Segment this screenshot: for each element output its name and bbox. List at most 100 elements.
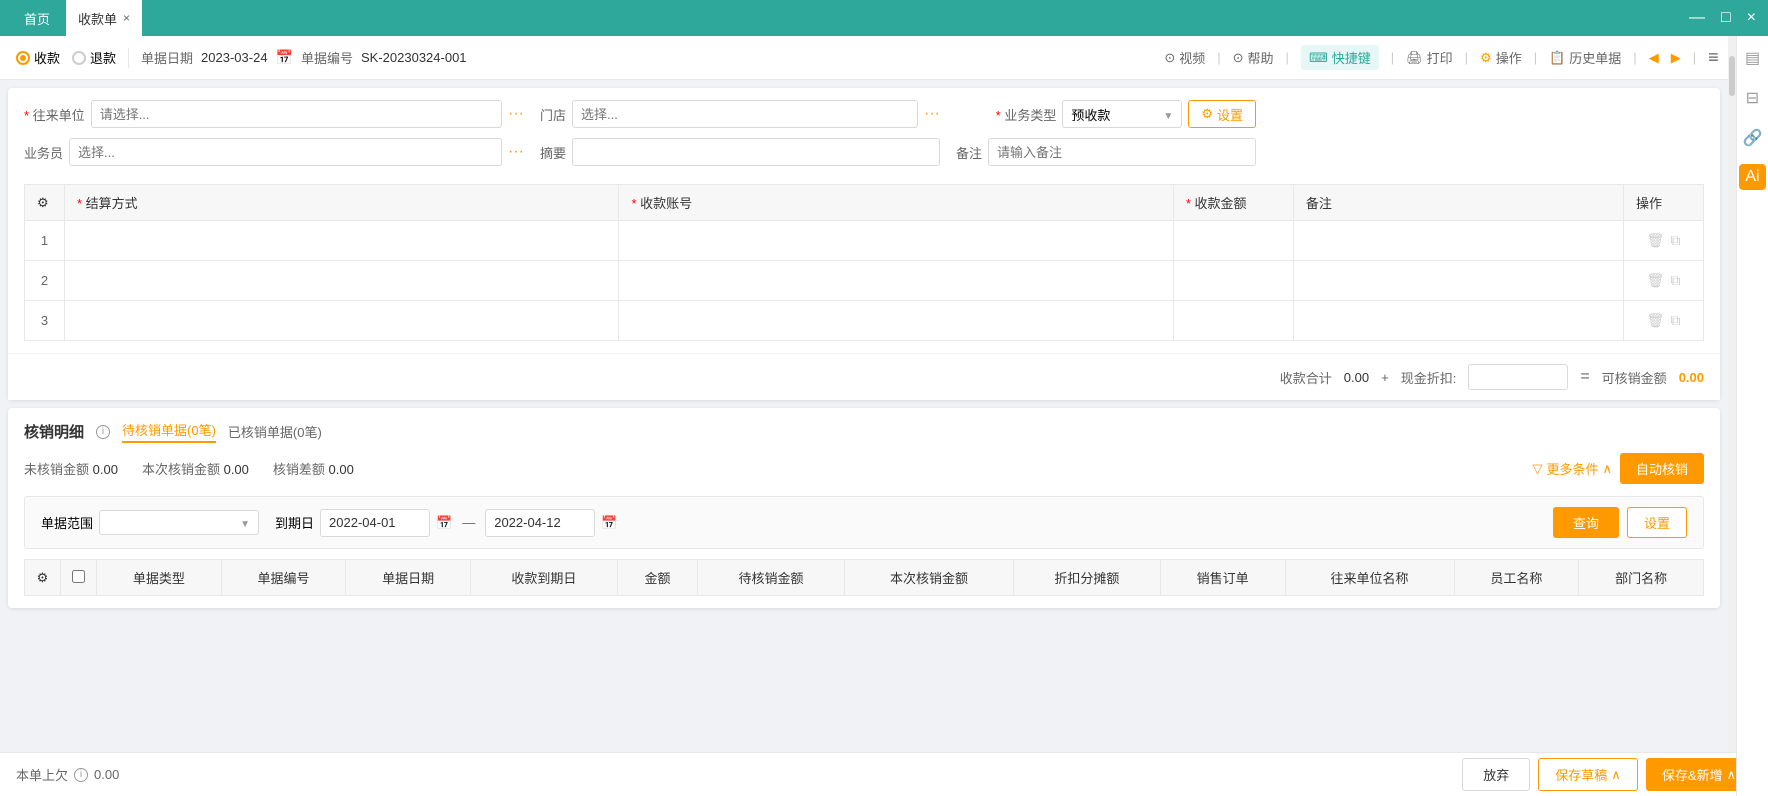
help-btn[interactable]: ⊙ 帮助 bbox=[1233, 48, 1274, 67]
date-label: 到期日 bbox=[275, 513, 314, 532]
radio-receive[interactable]: 收款 bbox=[16, 48, 60, 67]
shortcut-btn[interactable]: ⌨ 快捷键 bbox=[1301, 45, 1379, 70]
scrollbar[interactable] bbox=[1728, 36, 1736, 796]
radio-receive-circle bbox=[16, 51, 30, 65]
filter-settings-btn[interactable]: 设置 bbox=[1627, 507, 1687, 538]
number-value: SK-20230324-001 bbox=[361, 50, 467, 65]
form-settings-btn[interactable]: ⚙ 设置 bbox=[1188, 100, 1256, 128]
writeoff-info-icon[interactable]: i bbox=[96, 425, 110, 439]
row-3-actions: 🗑 ⧉ bbox=[1624, 301, 1704, 341]
view-list-icon[interactable]: ≡ bbox=[1708, 47, 1719, 68]
minimize-icon[interactable]: — bbox=[1685, 7, 1709, 29]
sidebar-ai-icon[interactable]: Ai bbox=[1739, 164, 1765, 190]
summary-input[interactable] bbox=[572, 138, 940, 166]
salesperson-more-btn[interactable]: ··· bbox=[508, 143, 524, 161]
th-account: 收款账号 bbox=[619, 185, 1173, 221]
video-btn[interactable]: ⊙ 视频 bbox=[1164, 48, 1205, 67]
row-1-note[interactable] bbox=[1293, 221, 1623, 261]
balance-info-icon[interactable]: i bbox=[74, 768, 88, 782]
range-select[interactable] bbox=[99, 510, 259, 535]
salesperson-input[interactable] bbox=[69, 138, 502, 166]
summary-row: 收款合计 0.00 + 现金折扣: = 可核销金额 0.00 bbox=[8, 353, 1720, 400]
row-1-delete-icon[interactable]: 🗑 bbox=[1647, 232, 1665, 249]
shortcut-icon: ⌨ bbox=[1309, 50, 1328, 66]
range-label: 单据范围 bbox=[41, 513, 93, 532]
table-row: 2 🗑 ⧉ bbox=[25, 261, 1704, 301]
row-3-account[interactable] bbox=[619, 301, 1173, 341]
print-btn[interactable]: 🖨 打印 bbox=[1406, 48, 1453, 67]
date-start-input[interactable] bbox=[320, 509, 430, 537]
row-3-copy-icon[interactable]: ⧉ bbox=[1670, 312, 1680, 329]
bth-checkbox[interactable] bbox=[61, 560, 97, 596]
writeoff-stats: 未核销金额 0.00 本次核销金额 0.00 核销差额 0.00 ▽ 更多条件 … bbox=[24, 453, 1704, 484]
done-tab[interactable]: 已核销单据(0笔) bbox=[228, 422, 322, 441]
note-input[interactable] bbox=[988, 138, 1256, 166]
bth-counterpart: 往来单位名称 bbox=[1285, 560, 1454, 596]
calendar-start-icon[interactable]: 📅 bbox=[436, 515, 452, 531]
bth-due-date: 收款到期日 bbox=[470, 560, 617, 596]
row-2-amount[interactable] bbox=[1173, 261, 1293, 301]
row-3-amount[interactable] bbox=[1173, 301, 1293, 341]
bottom-table-header: ⚙ 单据类型 单据编号 单据日期 收款到期日 bbox=[25, 560, 1704, 596]
row-2-account[interactable] bbox=[619, 261, 1173, 301]
row-1-actions: 🗑 ⧉ bbox=[1624, 221, 1704, 261]
current-stat: 本次核销金额 0.00 bbox=[142, 459, 249, 478]
tab-home[interactable]: 首页 bbox=[8, 0, 66, 36]
bth-discount: 折扣分摊额 bbox=[1014, 560, 1161, 596]
available-label: 可核销金额 bbox=[1602, 368, 1667, 387]
print-icon: 🖨 bbox=[1406, 50, 1423, 66]
row-1-account[interactable] bbox=[619, 221, 1173, 261]
salesperson-field: 业务员 ··· bbox=[24, 138, 524, 166]
table-header-row: ⚙ 结算方式 收款账号 收款金额 备注 bbox=[25, 185, 1704, 221]
receive-return-radio: 收款 退款 bbox=[16, 48, 116, 67]
row-2-actions: 🗑 ⧉ bbox=[1624, 261, 1704, 301]
counterpart-input[interactable] bbox=[91, 100, 502, 128]
counterpart-more-btn[interactable]: ··· bbox=[508, 105, 524, 123]
business-type-select[interactable]: 预收款 bbox=[1062, 100, 1182, 128]
query-btn[interactable]: 查询 bbox=[1553, 507, 1619, 538]
store-input[interactable] bbox=[572, 100, 918, 128]
auto-writeoff-btn[interactable]: 自动核销 bbox=[1620, 453, 1704, 484]
close-icon[interactable]: × bbox=[1743, 7, 1760, 29]
discard-btn[interactable]: 放弃 bbox=[1462, 758, 1530, 791]
save-draft-btn[interactable]: 保存草稿 ∧ bbox=[1538, 758, 1638, 791]
row-2-copy-icon[interactable]: ⧉ bbox=[1670, 272, 1680, 289]
radio-return[interactable]: 退款 bbox=[72, 48, 116, 67]
bth-settings[interactable]: ⚙ bbox=[25, 560, 61, 596]
discount-label: 现金折扣: bbox=[1401, 368, 1457, 387]
discount-input[interactable] bbox=[1468, 364, 1568, 390]
row-1-amount[interactable] bbox=[1173, 221, 1293, 261]
nav-next-icon[interactable]: ▶ bbox=[1671, 50, 1681, 66]
date-end-input[interactable] bbox=[485, 509, 595, 537]
row-3-delete-icon[interactable]: 🗑 bbox=[1647, 312, 1665, 329]
window-controls: — □ × bbox=[1685, 7, 1760, 29]
sidebar-table-icon[interactable]: ▤ bbox=[1741, 44, 1764, 72]
pending-tab[interactable]: 待核销单据(0笔) bbox=[122, 420, 216, 443]
equals-sign: = bbox=[1580, 368, 1589, 386]
range-chevron bbox=[240, 515, 250, 530]
row-3-settlement[interactable] bbox=[65, 301, 619, 341]
select-all-checkbox[interactable] bbox=[72, 570, 85, 583]
store-more-btn[interactable]: ··· bbox=[924, 105, 940, 123]
calendar-end-icon[interactable]: 📅 bbox=[601, 515, 617, 531]
sidebar-link-icon[interactable]: 🔗 bbox=[1739, 124, 1767, 152]
tab-receipt[interactable]: 收款单 × bbox=[66, 0, 142, 36]
nav-prev-icon[interactable]: ◀ bbox=[1649, 50, 1659, 66]
row-2-delete-icon[interactable]: 🗑 bbox=[1647, 272, 1665, 289]
maximize-icon[interactable]: □ bbox=[1717, 7, 1735, 29]
diff-stat: 核销差额 0.00 bbox=[273, 459, 354, 478]
more-conditions-btn[interactable]: ▽ 更多条件 ∧ bbox=[1532, 459, 1612, 478]
row-1-copy-icon[interactable]: ⧉ bbox=[1670, 232, 1680, 249]
calendar-icon[interactable]: 📅 bbox=[276, 49, 293, 66]
th-settings[interactable]: ⚙ bbox=[25, 185, 65, 221]
balance-value: 0.00 bbox=[94, 767, 119, 782]
row-2-note[interactable] bbox=[1293, 261, 1623, 301]
operation-btn[interactable]: ⚙ 操作 bbox=[1480, 48, 1522, 67]
date-value[interactable]: 2023-03-24 bbox=[201, 50, 268, 65]
row-3-note[interactable] bbox=[1293, 301, 1623, 341]
history-btn[interactable]: 📋 历史单据 bbox=[1549, 48, 1621, 67]
tab-close-icon[interactable]: × bbox=[123, 11, 130, 25]
row-2-settlement[interactable] bbox=[65, 261, 619, 301]
sidebar-receipt-icon[interactable]: ⊟ bbox=[1742, 84, 1763, 112]
row-1-settlement[interactable] bbox=[65, 221, 619, 261]
